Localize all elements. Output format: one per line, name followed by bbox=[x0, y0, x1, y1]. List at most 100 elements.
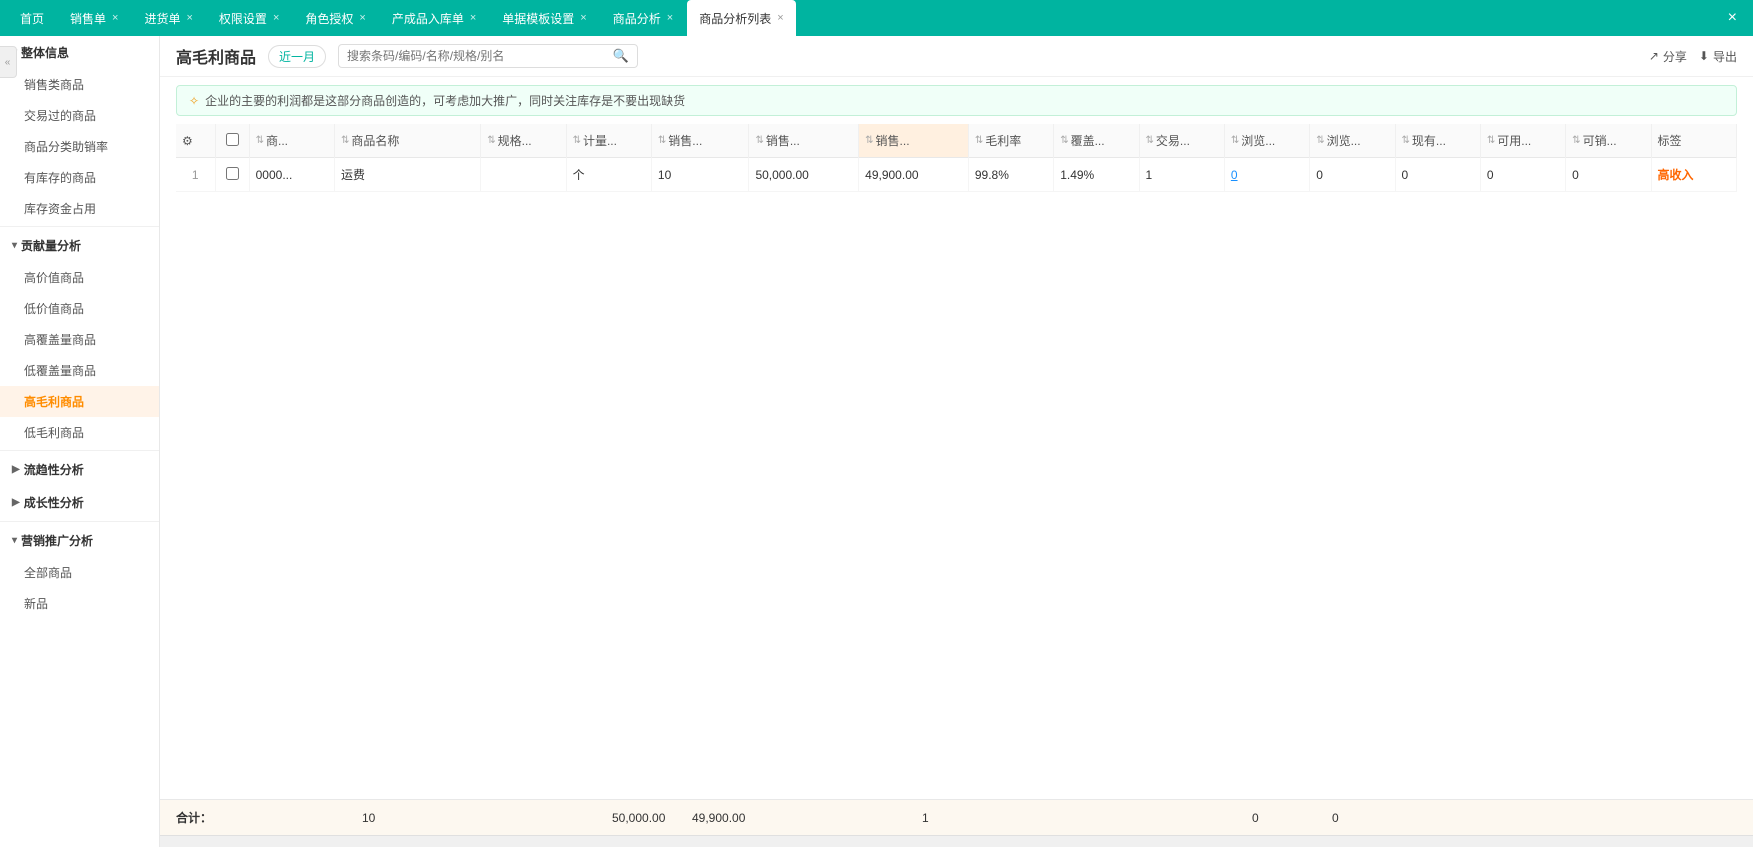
footer-sales-amount: 50,000.00 bbox=[606, 811, 686, 825]
sidebar-item-traded-products[interactable]: 交易过的商品 bbox=[0, 100, 159, 131]
footer-label: 合计： bbox=[176, 809, 356, 826]
table-header-row: ⚙ ⇅商... ⇅商品名称 ⇅规格... bbox=[176, 124, 1737, 158]
close-analysis-list-tab[interactable]: × bbox=[777, 12, 783, 24]
sort-icon-12: ⇅ bbox=[1316, 135, 1324, 146]
col-sales-amount[interactable]: ⇅销售... bbox=[749, 124, 859, 158]
cell-available: 0 bbox=[1480, 158, 1565, 192]
row-checkbox[interactable] bbox=[226, 167, 239, 180]
nav-purchase[interactable]: 进货单 × bbox=[132, 0, 204, 36]
cell-spec bbox=[481, 158, 566, 192]
date-filter-button[interactable]: 近一月 bbox=[268, 45, 326, 68]
footer-sales-qty: 10 bbox=[356, 811, 606, 825]
close-all-tabs[interactable]: × bbox=[1720, 9, 1745, 27]
row-checkbox-cell bbox=[215, 158, 249, 192]
sidebar-section-trend[interactable]: ▶ 流趋性分析 bbox=[0, 453, 159, 486]
close-product-in-tab[interactable]: × bbox=[470, 12, 476, 24]
cell-browse1[interactable]: 0 bbox=[1224, 158, 1309, 192]
sidebar-section-overview[interactable]: ▾ 整体信息 bbox=[0, 36, 159, 69]
sidebar-item-high-coverage[interactable]: 高覆盖量商品 bbox=[0, 324, 159, 355]
sort-icon-8: ⇅ bbox=[975, 135, 983, 146]
close-purchase-tab[interactable]: × bbox=[186, 12, 192, 24]
nav-analysis-list[interactable]: 商品分析列表 × bbox=[687, 0, 795, 36]
sidebar-item-category-assist[interactable]: 商品分类助销率 bbox=[0, 131, 159, 162]
product-tag: 高收入 bbox=[1658, 168, 1694, 182]
row-number: 1 bbox=[176, 158, 215, 192]
col-browse1[interactable]: ⇅浏览... bbox=[1224, 124, 1309, 158]
share-icon: ↗ bbox=[1649, 49, 1659, 63]
share-button[interactable]: ↗ 分享 bbox=[1649, 48, 1687, 65]
sidebar-section-contribution[interactable]: ▾ 贡献量分析 bbox=[0, 229, 159, 262]
col-coverage[interactable]: ⇅覆盖... bbox=[1054, 124, 1139, 158]
cell-tag: 高收入 bbox=[1651, 158, 1737, 192]
sidebar-item-low-value[interactable]: 低价值商品 bbox=[0, 293, 159, 324]
nav-permission[interactable]: 权限设置 × bbox=[207, 0, 291, 36]
cell-saleable: 0 bbox=[1566, 158, 1651, 192]
search-input[interactable] bbox=[347, 49, 613, 63]
nav-template[interactable]: 单据模板设置 × bbox=[490, 0, 598, 36]
col-code[interactable]: ⇅商... bbox=[249, 124, 334, 158]
chevron-down-icon-3: ▾ bbox=[12, 535, 17, 546]
table-row: 1 0000... 运费 个 10 50,000.00 49,900.00 99… bbox=[176, 158, 1737, 192]
settings-icon[interactable]: ⚙ bbox=[182, 134, 193, 148]
nav-product-analysis[interactable]: 商品分析 × bbox=[601, 0, 685, 36]
col-saleable[interactable]: ⇅可销... bbox=[1566, 124, 1651, 158]
close-role-tab[interactable]: × bbox=[359, 12, 365, 24]
search-icon[interactable]: 🔍 bbox=[613, 48, 629, 64]
col-sales-qty[interactable]: ⇅销售... bbox=[651, 124, 749, 158]
chevron-right-icon-2: ▶ bbox=[12, 497, 20, 508]
sort-icon-14: ⇅ bbox=[1487, 135, 1495, 146]
sidebar-divider-2 bbox=[0, 450, 159, 451]
footer-total-row: 合计： 10 50,000.00 49,900.00 1 0 0 bbox=[160, 799, 1753, 835]
col-unit[interactable]: ⇅计量... bbox=[566, 124, 651, 158]
horizontal-scrollbar[interactable] bbox=[160, 835, 1753, 847]
col-settings[interactable]: ⚙ bbox=[176, 124, 215, 158]
sidebar-item-low-coverage[interactable]: 低覆盖量商品 bbox=[0, 355, 159, 386]
nav-sales[interactable]: 销售单 × bbox=[58, 0, 130, 36]
export-button[interactable]: ⬇ 导出 bbox=[1699, 48, 1737, 65]
sidebar-item-all-products[interactable]: 全部商品 bbox=[0, 557, 159, 588]
nav-home[interactable]: 首页 bbox=[8, 0, 56, 36]
sort-icon-6: ⇅ bbox=[755, 135, 763, 146]
sidebar-item-in-stock[interactable]: 有库存的商品 bbox=[0, 162, 159, 193]
sort-icon-10: ⇅ bbox=[1146, 135, 1154, 146]
sidebar-item-low-margin[interactable]: 低毛利商品 bbox=[0, 417, 159, 448]
sort-icon-4: ⇅ bbox=[573, 135, 581, 146]
nav-product-in[interactable]: 产成品入库单 × bbox=[380, 0, 488, 36]
col-sales-cost[interactable]: ⇅销售... bbox=[859, 124, 969, 158]
sidebar-item-sales-products[interactable]: 销售类商品 bbox=[0, 69, 159, 100]
col-browse2[interactable]: ⇅浏览... bbox=[1310, 124, 1395, 158]
select-all-checkbox[interactable] bbox=[226, 133, 239, 146]
col-tag[interactable]: 标签 bbox=[1651, 124, 1737, 158]
table-container: ⚙ ⇅商... ⇅商品名称 ⇅规格... bbox=[160, 124, 1753, 799]
header-actions: ↗ 分享 ⬇ 导出 bbox=[1649, 48, 1737, 65]
col-current[interactable]: ⇅现有... bbox=[1395, 124, 1480, 158]
col-name[interactable]: ⇅商品名称 bbox=[334, 124, 480, 158]
sidebar-item-high-value[interactable]: 高价值商品 bbox=[0, 262, 159, 293]
cell-sales-qty: 10 bbox=[651, 158, 749, 192]
sort-icon-7: ⇅ bbox=[865, 135, 873, 146]
content-area: 高毛利商品 近一月 🔍 ↗ 分享 ⬇ 导出 ✧ 企业的主要的利润都是这部分商品创… bbox=[160, 36, 1753, 847]
close-template-tab[interactable]: × bbox=[580, 12, 586, 24]
col-trade[interactable]: ⇅交易... bbox=[1139, 124, 1224, 158]
footer-coverage bbox=[846, 811, 916, 825]
sidebar-item-new-products[interactable]: 新品 bbox=[0, 588, 159, 619]
sidebar-section-growth[interactable]: ▶ 成长性分析 bbox=[0, 486, 159, 519]
sidebar-section-marketing[interactable]: ▾ 营销推广分析 bbox=[0, 524, 159, 557]
col-available[interactable]: ⇅可用... bbox=[1480, 124, 1565, 158]
browse1-link[interactable]: 0 bbox=[1231, 168, 1238, 182]
cell-name: 运费 bbox=[334, 158, 480, 192]
col-gross-margin[interactable]: ⇅毛利率 bbox=[968, 124, 1053, 158]
cell-trade: 1 bbox=[1139, 158, 1224, 192]
sidebar-item-high-margin[interactable]: 高毛利商品 bbox=[0, 386, 159, 417]
footer-gross-margin bbox=[776, 811, 846, 825]
main-layout: « ▾ 整体信息 销售类商品 交易过的商品 商品分类助销率 有库存的商品 库存资… bbox=[0, 36, 1753, 847]
nav-role[interactable]: 角色授权 × bbox=[293, 0, 377, 36]
cell-unit: 个 bbox=[566, 158, 651, 192]
col-spec[interactable]: ⇅规格... bbox=[481, 124, 566, 158]
close-sales-tab[interactable]: × bbox=[112, 12, 118, 24]
sidebar-item-stock-capital[interactable]: 库存资金占用 bbox=[0, 193, 159, 224]
footer-cells: 10 50,000.00 49,900.00 1 0 0 bbox=[356, 811, 1406, 825]
sidebar-collapse-button[interactable]: « bbox=[0, 46, 17, 78]
close-permission-tab[interactable]: × bbox=[273, 12, 279, 24]
close-analysis-tab[interactable]: × bbox=[667, 12, 673, 24]
